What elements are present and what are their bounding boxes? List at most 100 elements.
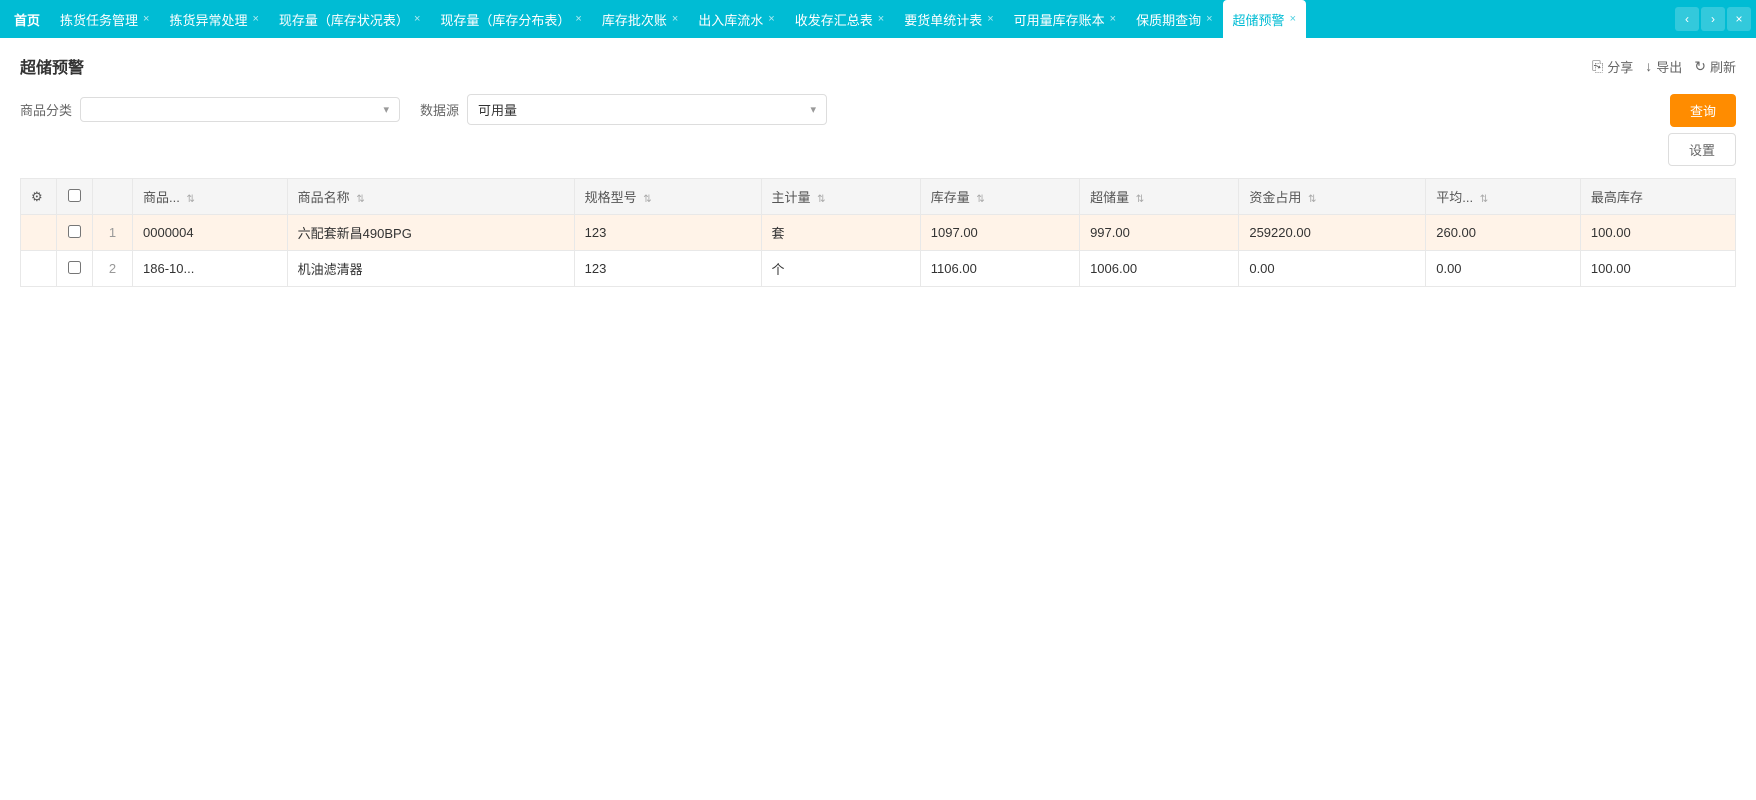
page-title: 超储预警: [20, 54, 84, 78]
sort-icon: ⇅: [976, 194, 984, 205]
row-checkbox[interactable]: [68, 225, 81, 238]
cell-product-code: 0000004: [133, 215, 288, 251]
header-unit[interactable]: 主计量 ⇅: [761, 179, 920, 215]
row-checkbox[interactable]: [68, 261, 81, 274]
chevron-down-icon: ▾: [811, 103, 817, 116]
cell-product-name: 六配套新昌490BPG: [287, 215, 574, 251]
header-actions: ⎘ 分享 ↓ 导出 ↻ 刷新: [1592, 57, 1736, 76]
header-checkbox-col: [57, 179, 93, 215]
sort-icon: ⇅: [1480, 194, 1488, 205]
nav-close-button[interactable]: ×: [1727, 7, 1751, 31]
share-button[interactable]: ⎘ 分享: [1592, 57, 1633, 76]
row-checkbox-cell[interactable]: [57, 215, 93, 251]
nav-item-summary[interactable]: 收发存汇总表 ×: [785, 0, 894, 38]
gear-settings-icon[interactable]: ⚙: [21, 179, 57, 215]
nav-item-shelf-life[interactable]: 保质期查询 ×: [1126, 0, 1222, 38]
nav-item-inventory-dist[interactable]: 现存量（库存分布表） ×: [430, 0, 591, 38]
nav-next-button[interactable]: ›: [1701, 7, 1725, 31]
header-max-stock[interactable]: 最高库存: [1580, 179, 1735, 215]
header-capital[interactable]: 资金占用 ⇅: [1239, 179, 1426, 215]
cell-unit: 个: [761, 251, 920, 287]
cell-spec: 123: [574, 251, 761, 287]
nav-prev-button[interactable]: ‹: [1675, 7, 1699, 31]
filter-actions: 查询 设置: [1668, 94, 1736, 166]
nav-item-inventory-status[interactable]: 现存量（库存状况表） ×: [269, 0, 430, 38]
nav-item-home[interactable]: 首页: [4, 0, 50, 38]
category-filter: 商品分类 ▾: [20, 97, 400, 122]
top-navigation: 首页 拣货任务管理 × 拣货异常处理 × 现存量（库存状况表） × 现存量（库存…: [0, 0, 1756, 38]
datasource-select[interactable]: 可用量 ▾: [467, 94, 827, 125]
cell-stock: 1106.00: [920, 251, 1079, 287]
close-icon[interactable]: ×: [672, 13, 678, 25]
nav-item-task[interactable]: 拣货任务管理 ×: [50, 0, 159, 38]
nav-item-exception[interactable]: 拣货异常处理 ×: [159, 0, 268, 38]
row-number: 2: [93, 251, 133, 287]
close-icon[interactable]: ×: [1206, 13, 1212, 25]
nav-item-flow[interactable]: 出入库流水 ×: [688, 0, 784, 38]
cell-max-stock: 100.00: [1580, 215, 1735, 251]
header-stock[interactable]: 库存量 ⇅: [920, 179, 1079, 215]
export-button[interactable]: ↓ 导出: [1645, 57, 1682, 76]
row-checkbox-cell[interactable]: [57, 251, 93, 287]
sort-icon: ⇅: [186, 194, 194, 205]
main-content: 超储预警 ⎘ 分享 ↓ 导出 ↻ 刷新 商品分类 ▾: [0, 38, 1756, 800]
nav-item-order-stat[interactable]: 要货单统计表 ×: [894, 0, 1003, 38]
table-row: 2 186-10... 机油滤清器 123 个 1106.00 1006.00 …: [21, 251, 1736, 287]
cell-product-name: 机油滤清器: [287, 251, 574, 287]
close-icon[interactable]: ×: [1290, 13, 1296, 25]
sort-icon: ⇅: [1136, 194, 1144, 205]
header-product-name[interactable]: 商品名称 ⇅: [287, 179, 574, 215]
filter-groups: 商品分类 ▾ 数据源 可用量 ▾: [20, 94, 1656, 125]
data-table: ⚙ 商品... ⇅ 商品名称 ⇅ 规格型号 ⇅ 主计量: [20, 178, 1736, 287]
close-icon[interactable]: ×: [987, 13, 993, 25]
table-row: 1 0000004 六配套新昌490BPG 123 套 1097.00 997.…: [21, 215, 1736, 251]
category-select[interactable]: ▾: [80, 97, 400, 122]
sort-icon: ⇅: [356, 194, 364, 205]
close-icon[interactable]: ×: [878, 13, 884, 25]
row-gear-cell: [21, 215, 57, 251]
nav-item-overstock[interactable]: 超储预警 ×: [1223, 0, 1306, 38]
header-overstock[interactable]: 超储量 ⇅: [1080, 179, 1239, 215]
header-avg[interactable]: 平均... ⇅: [1426, 179, 1581, 215]
refresh-button[interactable]: ↻ 刷新: [1694, 57, 1736, 76]
nav-arrows: ‹ › ×: [1674, 7, 1752, 31]
filter-row: 商品分类 ▾ 数据源 可用量 ▾ 查询 设置: [20, 94, 1736, 166]
header-spec[interactable]: 规格型号 ⇅: [574, 179, 761, 215]
cell-unit: 套: [761, 215, 920, 251]
sort-icon: ⇅: [817, 194, 825, 205]
chevron-down-icon: ▾: [383, 103, 389, 116]
close-icon[interactable]: ×: [414, 13, 420, 25]
row-gear-cell: [21, 251, 57, 287]
cell-overstock: 1006.00: [1080, 251, 1239, 287]
nav-item-batch[interactable]: 库存批次账 ×: [592, 0, 688, 38]
cell-capital: 259220.00: [1239, 215, 1426, 251]
nav-item-available[interactable]: 可用量库存账本 ×: [1004, 0, 1126, 38]
datasource-value: 可用量: [478, 100, 517, 119]
close-icon[interactable]: ×: [768, 13, 774, 25]
cell-capital: 0.00: [1239, 251, 1426, 287]
sort-icon: ⇅: [643, 194, 651, 205]
cell-spec: 123: [574, 215, 761, 251]
query-button[interactable]: 查询: [1670, 94, 1736, 127]
close-icon[interactable]: ×: [252, 13, 258, 25]
cell-overstock: 997.00: [1080, 215, 1239, 251]
close-icon[interactable]: ×: [143, 13, 149, 25]
cell-avg: 0.00: [1426, 251, 1581, 287]
table-header-row: ⚙ 商品... ⇅ 商品名称 ⇅ 规格型号 ⇅ 主计量: [21, 179, 1736, 215]
row-number: 1: [93, 215, 133, 251]
refresh-icon: ↻: [1694, 58, 1706, 75]
category-label: 商品分类: [20, 100, 72, 119]
cell-stock: 1097.00: [920, 215, 1079, 251]
datasource-label: 数据源: [420, 100, 459, 119]
close-icon[interactable]: ×: [1110, 13, 1116, 25]
close-icon[interactable]: ×: [575, 13, 581, 25]
page-header: 超储预警 ⎘ 分享 ↓ 导出 ↻ 刷新: [20, 54, 1736, 78]
sort-icon: ⇅: [1308, 194, 1316, 205]
select-all-checkbox[interactable]: [68, 189, 81, 202]
header-product-code[interactable]: 商品... ⇅: [133, 179, 288, 215]
export-icon: ↓: [1645, 58, 1652, 74]
cell-avg: 260.00: [1426, 215, 1581, 251]
cell-max-stock: 100.00: [1580, 251, 1735, 287]
header-row-num: [93, 179, 133, 215]
settings-button[interactable]: 设置: [1668, 133, 1736, 166]
